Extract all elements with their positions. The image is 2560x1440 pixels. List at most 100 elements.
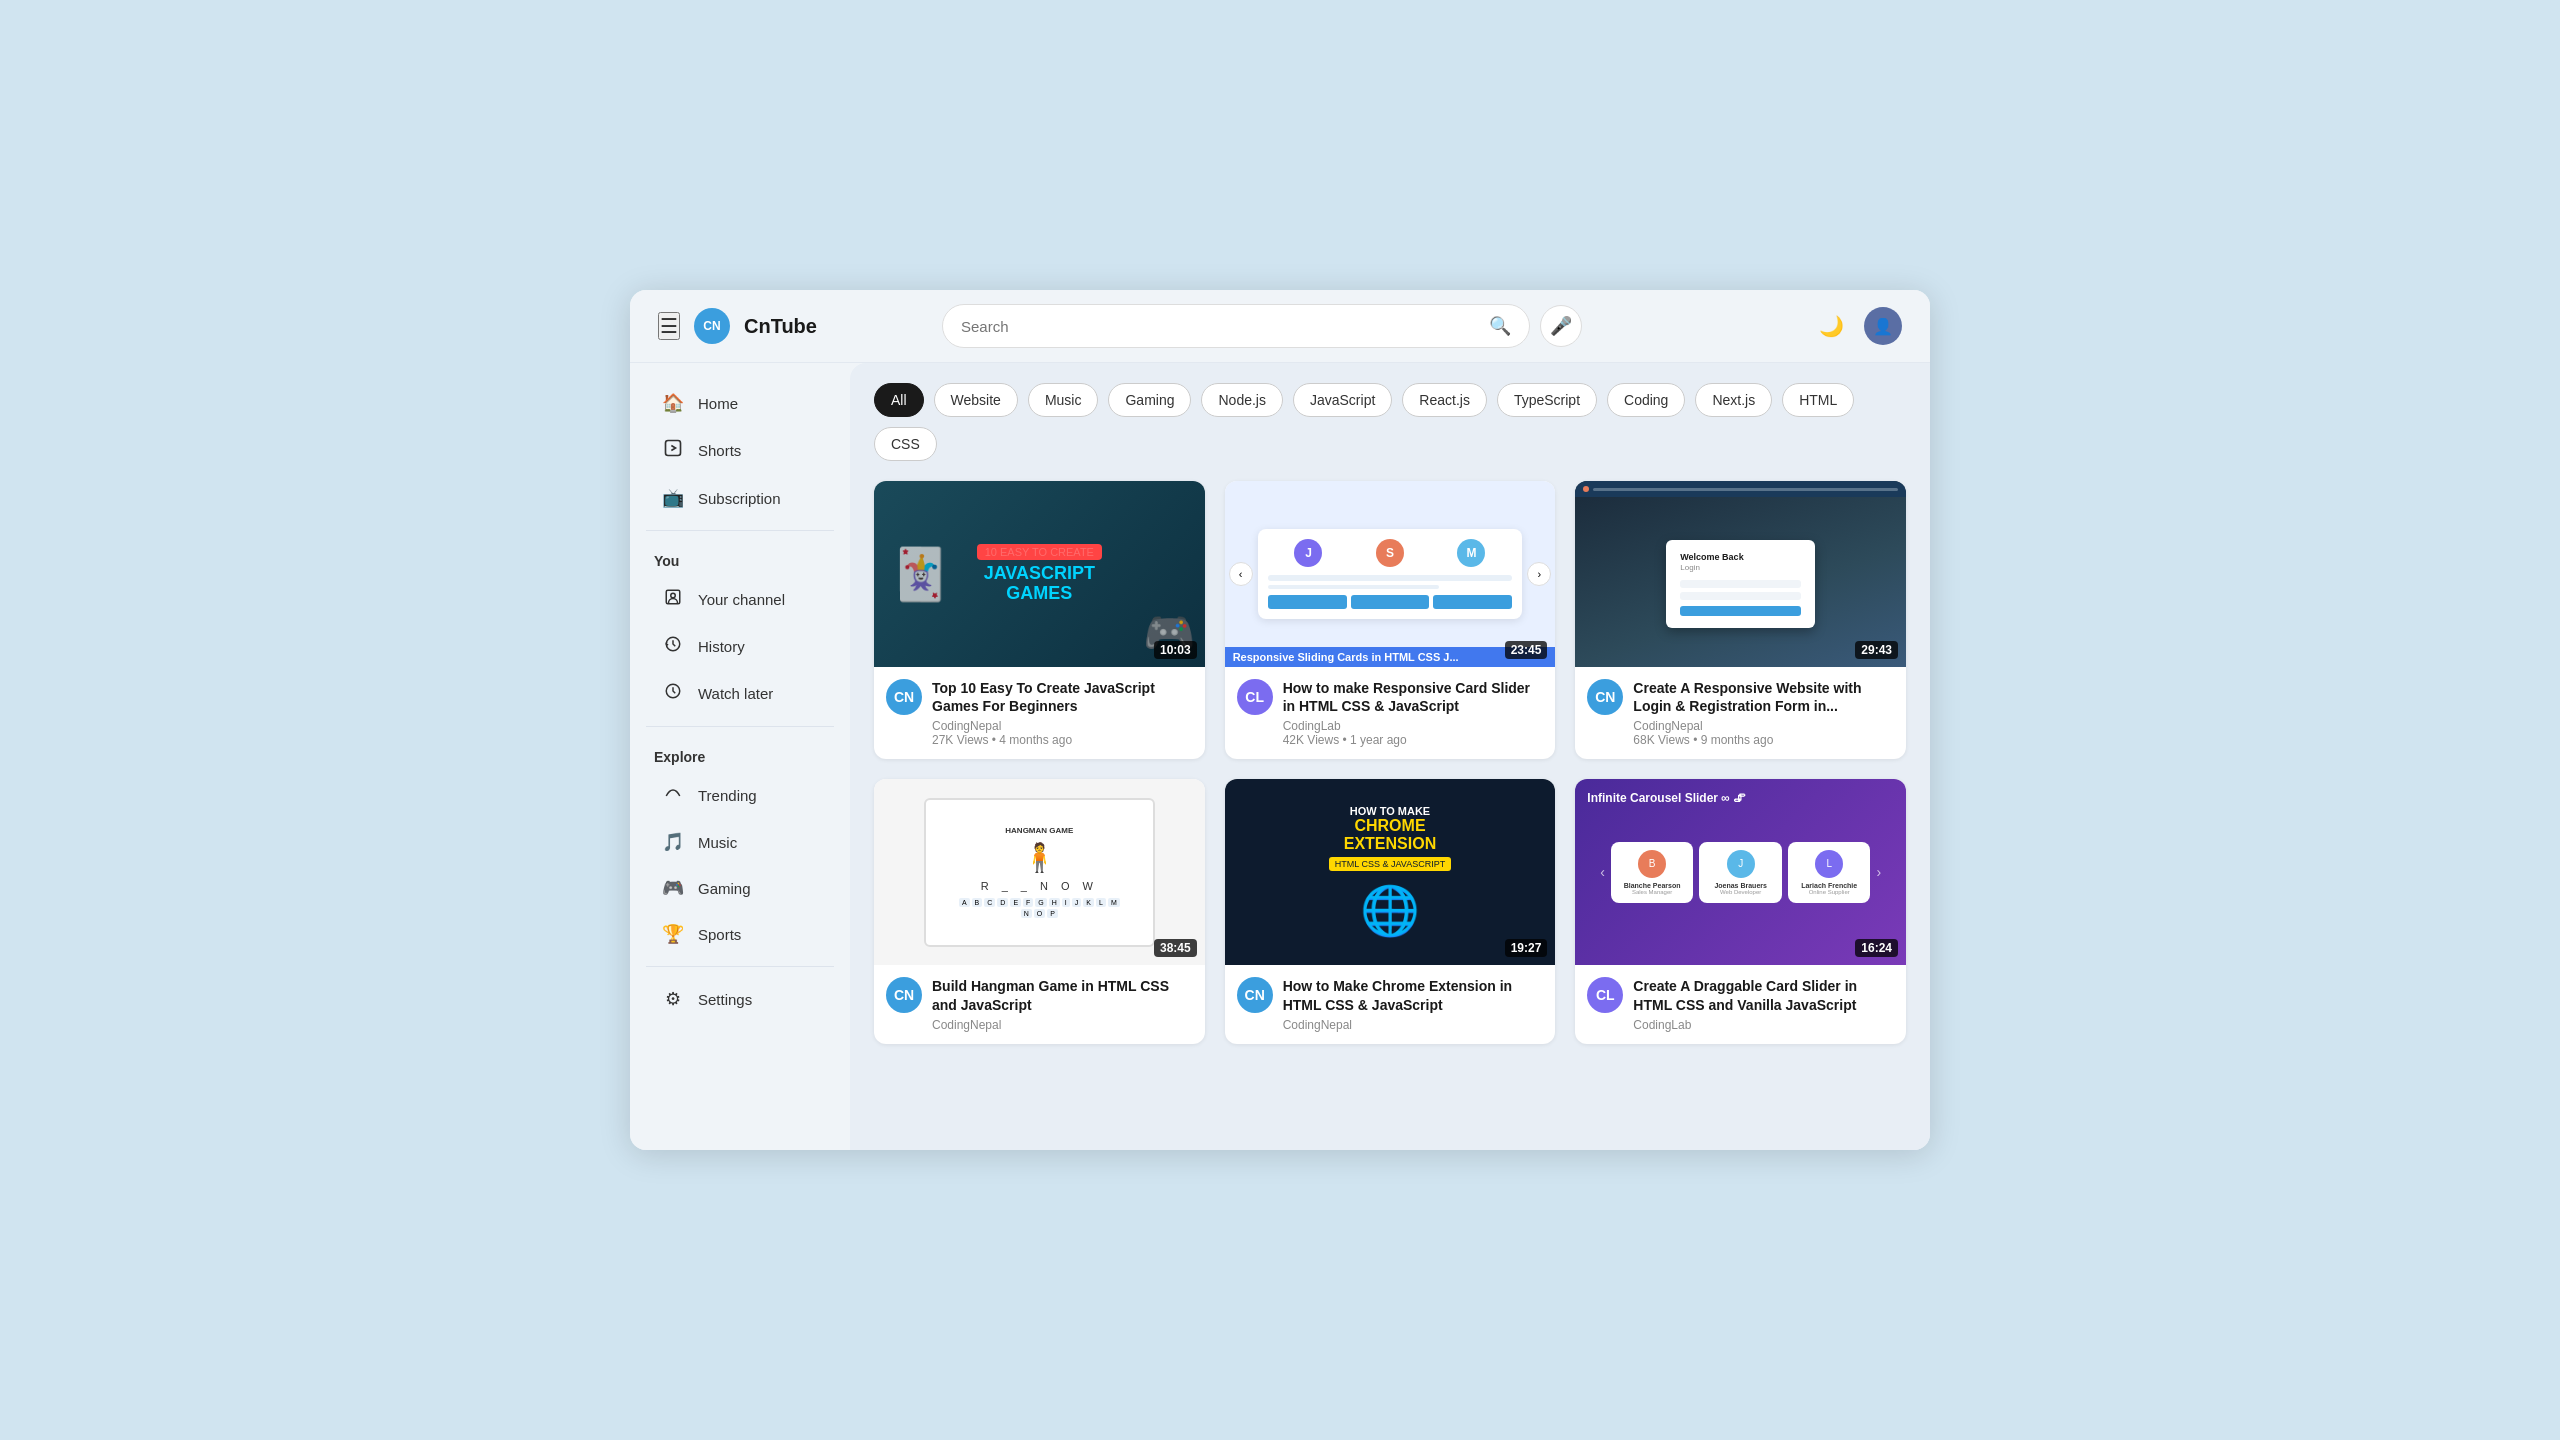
video-thumbnail: HANGMAN GAME 🧍 R _ _ N O W ABCDEFGHIJKLM…: [874, 779, 1205, 965]
filter-chip-typescript[interactable]: TypeScript: [1497, 383, 1597, 417]
video-card-info: CN How to Make Chrome Extension in HTML …: [1225, 965, 1556, 1043]
svg-rect-0: [666, 441, 681, 456]
video-duration: 10:03: [1154, 641, 1197, 659]
trending-icon: [662, 784, 684, 807]
channel-avatar[interactable]: CN: [886, 977, 922, 1013]
logo-icon: CN: [694, 308, 730, 344]
video-card-v6[interactable]: Infinite Carousel Slider ∞ 🖇 ‹ B Blanche…: [1575, 779, 1906, 1043]
app-container: ☰ CN CnTube 🔍 🎤 🌙 👤 🏠 Home: [630, 290, 1930, 1150]
video-thumbnail: 🃏 10 EASY TO CREATE JAVASCRIPTGAMES 🎮 10…: [874, 481, 1205, 667]
channel-avatar[interactable]: CN: [886, 679, 922, 715]
user-avatar-button[interactable]: 👤: [1864, 307, 1902, 345]
sidebar-item-your-channel[interactable]: Your channel: [638, 577, 842, 622]
sidebar-item-history[interactable]: History: [638, 624, 842, 669]
video-duration: 38:45: [1154, 939, 1197, 957]
sidebar-item-watch-later[interactable]: Watch later: [638, 671, 842, 716]
sidebar-item-music[interactable]: 🎵 Music: [638, 820, 842, 864]
video-card-info: CL How to make Responsive Card Slider in…: [1225, 667, 1556, 759]
video-card-v2[interactable]: ‹ J S M › Responsive Slid: [1225, 481, 1556, 759]
sidebar-item-settings[interactable]: ⚙ Settings: [638, 977, 842, 1021]
video-title: How to Make Chrome Extension in HTML CSS…: [1283, 977, 1544, 1013]
video-channel: CodingLab42K Views • 1 year ago: [1283, 719, 1544, 747]
video-channel: CodingLab: [1633, 1018, 1894, 1032]
filter-chip-all[interactable]: All: [874, 383, 924, 417]
sidebar-label-settings: Settings: [698, 991, 752, 1008]
explore-section-label: Explore: [630, 737, 850, 771]
channel-avatar[interactable]: CL: [1237, 679, 1273, 715]
video-card-v3[interactable]: Welcome BackLogin 29:43 CN Create A Resp…: [1575, 481, 1906, 759]
shorts-icon: [662, 438, 684, 463]
channel-avatar[interactable]: CN: [1587, 679, 1623, 715]
sidebar-label-history: History: [698, 638, 745, 655]
video-card-text: How to make Responsive Card Slider in HT…: [1283, 679, 1544, 747]
main-content: All Website Music Gaming Node.js JavaScript Re…: [850, 363, 1930, 1150]
slider-arrow-left[interactable]: ‹: [1229, 562, 1253, 586]
sidebar-item-gaming[interactable]: 🎮 Gaming: [638, 866, 842, 910]
sidebar-item-trending[interactable]: Trending: [638, 773, 842, 818]
video-duration: 16:24: [1855, 939, 1898, 957]
sidebar: 🏠 Home Shorts 📺 Subscription You Your ch…: [630, 363, 850, 1150]
home-icon: 🏠: [662, 392, 684, 414]
video-thumbnail: Infinite Carousel Slider ∞ 🖇 ‹ B Blanche…: [1575, 779, 1906, 965]
video-card-v4[interactable]: HANGMAN GAME 🧍 R _ _ N O W ABCDEFGHIJKLM…: [874, 779, 1205, 1043]
your-channel-icon: [662, 588, 684, 611]
sidebar-label-music: Music: [698, 834, 737, 851]
channel-avatar[interactable]: CL: [1587, 977, 1623, 1013]
filter-chip-reactjs[interactable]: React.js: [1402, 383, 1487, 417]
video-title: Top 10 Easy To Create JavaScript Games F…: [932, 679, 1193, 715]
filter-chip-nodejs[interactable]: Node.js: [1201, 383, 1282, 417]
video-thumbnail: HOW TO MAKE CHROME EXTENSION HTML CSS & …: [1225, 779, 1556, 965]
history-icon: [662, 635, 684, 658]
subscription-icon: 📺: [662, 487, 684, 509]
video-channel: CodingNepal: [932, 1018, 1193, 1032]
sidebar-label-shorts: Shorts: [698, 442, 741, 459]
video-card-info: CL Create A Draggable Card Slider in HTM…: [1575, 965, 1906, 1043]
sidebar-item-subscription[interactable]: 📺 Subscription: [638, 476, 842, 520]
filter-chip-nextjs[interactable]: Next.js: [1695, 383, 1772, 417]
video-channel: CodingNepal: [1283, 1018, 1544, 1032]
video-card-text: How to Make Chrome Extension in HTML CSS…: [1283, 977, 1544, 1031]
gaming-icon: 🎮: [662, 877, 684, 899]
channel-avatar[interactable]: CN: [1237, 977, 1273, 1013]
dark-mode-button[interactable]: 🌙: [1812, 307, 1850, 345]
music-icon: 🎵: [662, 831, 684, 853]
sports-icon: 🏆: [662, 923, 684, 945]
body: 🏠 Home Shorts 📺 Subscription You Your ch…: [630, 363, 1930, 1150]
video-title: Create A Draggable Card Slider in HTML C…: [1633, 977, 1894, 1013]
search-bar: 🔍 🎤: [942, 304, 1582, 348]
sidebar-item-home[interactable]: 🏠 Home: [638, 381, 842, 425]
sidebar-divider-2: [646, 726, 834, 727]
filter-chip-css[interactable]: CSS: [874, 427, 937, 461]
slider-arrow-right[interactable]: ›: [1527, 562, 1551, 586]
video-channel: CodingNepal27K Views • 4 months ago: [932, 719, 1193, 747]
sidebar-label-home: Home: [698, 395, 738, 412]
search-input[interactable]: [961, 318, 1479, 335]
video-duration: 19:27: [1505, 939, 1548, 957]
mic-button[interactable]: 🎤: [1540, 305, 1582, 347]
header-right: 🌙 👤: [1812, 307, 1902, 345]
filter-chip-music[interactable]: Music: [1028, 383, 1099, 417]
sidebar-divider-3: [646, 966, 834, 967]
sidebar-item-sports[interactable]: 🏆 Sports: [638, 912, 842, 956]
menu-button[interactable]: ☰: [658, 312, 680, 340]
sidebar-label-gaming: Gaming: [698, 880, 751, 897]
app-name: CnTube: [744, 315, 817, 338]
sidebar-label-subscription: Subscription: [698, 490, 781, 507]
video-thumbnail: Welcome BackLogin 29:43: [1575, 481, 1906, 667]
filter-chip-coding[interactable]: Coding: [1607, 383, 1685, 417]
video-card-text: Build Hangman Game in HTML CSS and JavaS…: [932, 977, 1193, 1031]
filter-chip-javascript[interactable]: JavaScript: [1293, 383, 1392, 417]
search-button[interactable]: 🔍: [1489, 315, 1511, 337]
sidebar-label-watch-later: Watch later: [698, 685, 773, 702]
video-card-info: CN Create A Responsive Website with Logi…: [1575, 667, 1906, 759]
filter-chip-html[interactable]: HTML: [1782, 383, 1854, 417]
video-grid: 🃏 10 EASY TO CREATE JAVASCRIPTGAMES 🎮 10…: [874, 481, 1906, 1044]
filter-chips: All Website Music Gaming Node.js JavaScript Re…: [874, 383, 1906, 461]
video-thumbnail: ‹ J S M › Responsive Slid: [1225, 481, 1556, 667]
filter-chip-gaming[interactable]: Gaming: [1108, 383, 1191, 417]
sidebar-item-shorts[interactable]: Shorts: [638, 427, 842, 474]
video-card-v5[interactable]: HOW TO MAKE CHROME EXTENSION HTML CSS & …: [1225, 779, 1556, 1043]
video-title: Build Hangman Game in HTML CSS and JavaS…: [932, 977, 1193, 1013]
video-card-v1[interactable]: 🃏 10 EASY TO CREATE JAVASCRIPTGAMES 🎮 10…: [874, 481, 1205, 759]
filter-chip-website[interactable]: Website: [934, 383, 1018, 417]
